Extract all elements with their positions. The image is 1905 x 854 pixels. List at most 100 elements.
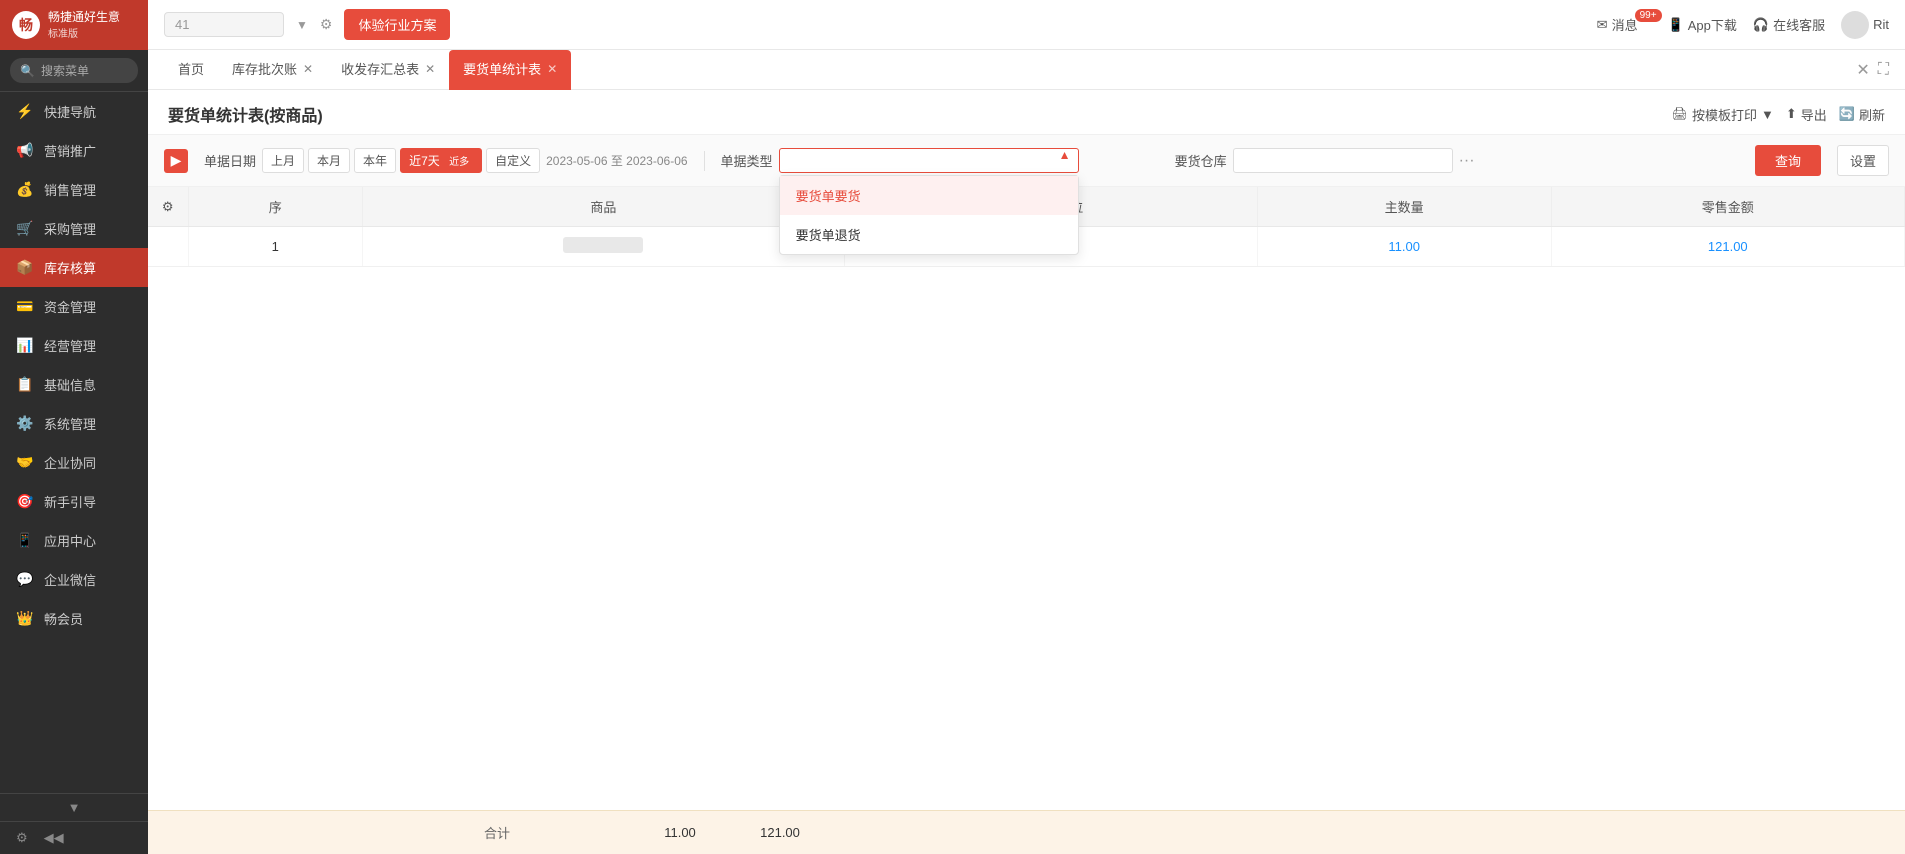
message-icon: ✉ [1597, 17, 1608, 33]
app-label: App下载 [1688, 15, 1737, 34]
app-sub: 标准版 [48, 25, 120, 40]
sidebar-search-area[interactable]: 🔍 搜索菜单 [0, 50, 148, 92]
tab-order-summary-close[interactable]: ✕ [547, 62, 557, 76]
tab-receivable-summary-label: 收发存汇总表 [341, 59, 419, 78]
recent-badge: 近多 [445, 157, 473, 168]
sidebar-item-inventory[interactable]: 📦 库存核算 [0, 248, 148, 287]
tab-receivable-summary[interactable]: 收发存汇总表 ✕ [327, 50, 449, 90]
export-label: 导出 [1801, 105, 1827, 124]
col-seq: 序 [188, 187, 362, 227]
type-filter-group: 单据类型 ▲ 要货单要货 要货单退货 [721, 148, 1079, 173]
sidebar-item-guide[interactable]: 🎯 新手引导 [0, 482, 148, 521]
sidebar-item-label: 资金管理 [44, 297, 96, 316]
sidebar-bottom: ⚙ ◀◀ [0, 821, 148, 854]
sidebar-item-wechat[interactable]: 💬 企业微信 [0, 560, 148, 599]
sidebar-item-purchase[interactable]: 🛒 采购管理 [0, 209, 148, 248]
row-amount-link[interactable]: 121.00 [1708, 239, 1748, 254]
filter-toggle-btn[interactable]: ▶ [164, 149, 188, 173]
avatar [1841, 11, 1869, 39]
more-filters-icon[interactable]: ··· [1459, 152, 1475, 170]
row-amount-cell: 121.00 [1551, 227, 1904, 267]
recent-label: 近7天 [409, 154, 440, 168]
sidebar-item-label: 畅会员 [44, 609, 83, 628]
tab-home-label: 首页 [178, 59, 204, 78]
date-btn-this-year[interactable]: 本年 [354, 148, 396, 173]
sidebar-item-basic-info[interactable]: 📋 基础信息 [0, 365, 148, 404]
tab-inventory-batch-close[interactable]: ✕ [303, 62, 313, 76]
sidebar-item-app-center[interactable]: 📱 应用中心 [0, 521, 148, 560]
service-btn[interactable]: 🎧 在线客服 [1753, 15, 1825, 34]
sidebar-item-member[interactable]: 👑 畅会员 [0, 599, 148, 638]
date-label: 单据日期 [204, 151, 256, 170]
table-footer: 合计 11.00 121.00 [148, 810, 1905, 854]
collapse-icon[interactable]: ◀◀ [44, 830, 64, 846]
date-btn-last-month[interactable]: 上月 [262, 148, 304, 173]
tab-home[interactable]: 首页 [164, 50, 218, 90]
sidebar-item-quick-nav[interactable]: ⚡ 快捷导航 [0, 92, 148, 131]
sidebar-scroll-down[interactable]: ▼ [0, 793, 148, 821]
tabs-bar: 首页 库存批次账 ✕ 收发存汇总表 ✕ 要货单统计表 ✕ ✕ ⛶ [148, 50, 1905, 90]
footer-qty: 11.00 [630, 825, 730, 840]
topbar-search-input[interactable] [164, 12, 284, 37]
type-select-input[interactable] [779, 148, 1079, 173]
sidebar-item-enterprise[interactable]: 🤝 企业协同 [0, 443, 148, 482]
col-settings[interactable]: ⚙ [148, 187, 188, 227]
page-title: 要货单统计表(按商品) [168, 102, 323, 126]
sidebar-search-label: 搜索菜单 [41, 62, 89, 79]
row-qty-link[interactable]: 11.00 [1388, 239, 1420, 254]
message-label: 消息 [1612, 15, 1638, 34]
sidebar-search-box[interactable]: 🔍 搜索菜单 [10, 58, 138, 83]
date-btn-custom[interactable]: 自定义 [486, 148, 540, 173]
date-range-display: 2023-05-06 至 2023-06-06 [546, 152, 687, 169]
date-buttons: 上月 本月 本年 近7天 近多 自定义 [262, 148, 540, 173]
topbar-gear-icon[interactable]: ⚙ [320, 16, 333, 33]
export-btn[interactable]: ⬆ 导出 [1786, 105, 1827, 124]
tab-fullscreen-icon[interactable]: ⛶ [1878, 61, 1889, 79]
quick-nav-icon: ⚡ [16, 103, 34, 120]
tab-inventory-batch[interactable]: 库存批次账 ✕ [218, 50, 327, 90]
print-icon: 🖨 [1671, 106, 1688, 122]
sidebar-item-sales[interactable]: 💰 销售管理 [0, 170, 148, 209]
print-btn[interactable]: 🖨 按模板打印 ▼ [1671, 105, 1773, 124]
sidebar-item-marketing[interactable]: 📢 营销推广 [0, 131, 148, 170]
type-select-wrapper: ▲ 要货单要货 要货单退货 [779, 148, 1079, 173]
tab-order-summary[interactable]: 要货单统计表 ✕ [449, 50, 571, 90]
table-container: ⚙ 序 商品 主计量单位 主数量 零售金额 1 [148, 187, 1905, 810]
user-avatar-area[interactable]: Rit [1841, 11, 1889, 39]
date-btn-this-month[interactable]: 本月 [308, 148, 350, 173]
filter-divider [704, 151, 705, 171]
sidebar-item-label: 企业协同 [44, 453, 96, 472]
settings-button[interactable]: 设置 [1837, 145, 1889, 176]
query-button[interactable]: 查询 [1755, 145, 1821, 176]
sidebar-item-label: 采购管理 [44, 219, 96, 238]
sidebar-item-system[interactable]: ⚙️ 系统管理 [0, 404, 148, 443]
topbar: ▼ ⚙ 体验行业方案 ✉ 消息 99+ 📱 App下载 🎧 在线客服 Rit [148, 0, 1905, 50]
finance-icon: 💳 [16, 298, 34, 315]
trial-button[interactable]: 体验行业方案 [344, 9, 450, 40]
sidebar-item-finance[interactable]: 💳 资金管理 [0, 287, 148, 326]
service-icon: 🎧 [1753, 17, 1769, 33]
settings-icon[interactable]: ⚙ [16, 830, 28, 846]
tab-receivable-summary-close[interactable]: ✕ [425, 62, 435, 76]
date-btn-recent[interactable]: 近7天 近多 [400, 148, 482, 173]
operations-icon: 📊 [16, 337, 34, 354]
message-btn[interactable]: ✉ 消息 99+ [1597, 15, 1652, 34]
app-download-btn[interactable]: 📱 App下载 [1668, 15, 1737, 34]
footer-label: 合计 [424, 823, 510, 842]
warehouse-select-input[interactable] [1233, 148, 1453, 173]
marketing-icon: 📢 [16, 142, 34, 159]
col-amount: 零售金额 [1551, 187, 1904, 227]
dropdown-item-order-goods[interactable]: 要货单要货 [780, 176, 1078, 215]
topbar-left: ▼ ⚙ 体验行业方案 [164, 9, 450, 40]
basic-info-icon: 📋 [16, 376, 34, 393]
print-label: 按模板打印 [1692, 105, 1757, 124]
app-name: 畅捷通好生意 [48, 10, 120, 26]
type-label: 单据类型 [721, 151, 773, 170]
tab-close-all-icon[interactable]: ✕ [1856, 60, 1869, 80]
inventory-icon: 📦 [16, 259, 34, 276]
topbar-dropdown-arrow[interactable]: ▼ [296, 18, 308, 32]
refresh-btn[interactable]: 🔄 刷新 [1839, 105, 1885, 124]
system-icon: ⚙️ [16, 415, 34, 432]
dropdown-item-order-return[interactable]: 要货单退货 [780, 215, 1078, 254]
sidebar-item-operations[interactable]: 📊 经营管理 [0, 326, 148, 365]
